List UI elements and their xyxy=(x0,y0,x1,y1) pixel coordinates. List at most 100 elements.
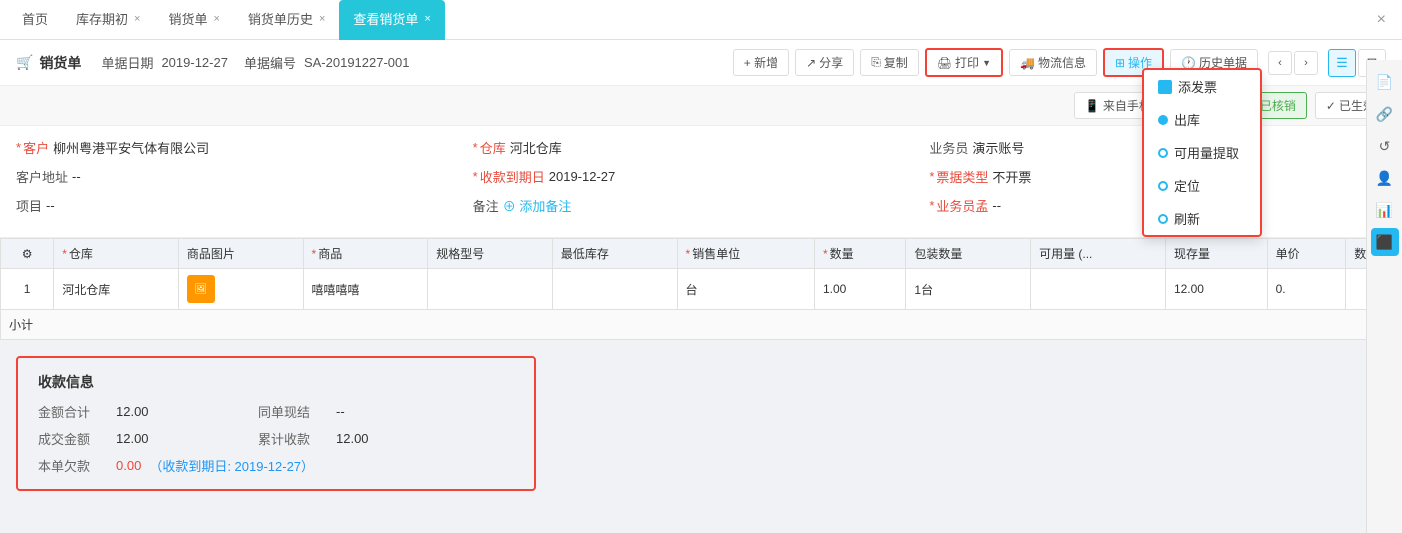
amount-row: 金额合计 12.00 xyxy=(38,402,258,421)
payment-container: 收款信息 金额合计 12.00 同单现结 -- 成交金额 12.00 累计收款 … xyxy=(0,340,1402,507)
row-qty: 1.00 xyxy=(814,269,905,310)
row-img: 🖼 xyxy=(178,269,303,310)
amount-label: 金额合计 xyxy=(38,402,108,421)
payment-title: 收款信息 xyxy=(38,372,514,392)
add-invoice-item[interactable]: 添发票 xyxy=(1144,70,1260,103)
available-qty-icon xyxy=(1158,148,1168,158)
doc-date-label: 单据日期 2019-12-27 xyxy=(101,53,228,72)
print-button[interactable]: 🖨 打印 ▼ xyxy=(925,48,1003,77)
tab-sales-order[interactable]: 销货单 × xyxy=(154,0,233,40)
col-img: 商品图片 xyxy=(178,239,303,269)
ticket-required-star: * xyxy=(929,169,934,184)
due-date-label: 收款到期日 xyxy=(480,167,545,186)
items-table: ⚙ *仓库 商品图片 *商品 规格型号 最低库存 *销售单位 *数量 包装数量 … xyxy=(0,238,1402,340)
address-label: 客户地址 xyxy=(16,167,68,186)
salesperson-required-star: * xyxy=(929,198,934,213)
img-icon: 🖼 xyxy=(195,284,208,295)
close-tab-sales[interactable]: × xyxy=(213,13,219,25)
sidebar-chart-icon[interactable]: 📊 xyxy=(1371,196,1399,224)
owe-note: （收款到期日: 2019-12-27） xyxy=(149,456,314,475)
tab-sales-history[interactable]: 销货单历史 × xyxy=(234,0,339,40)
sidebar-refresh-icon[interactable]: ↺ xyxy=(1371,132,1399,160)
available-qty-item[interactable]: 可用量提取 xyxy=(1144,136,1260,169)
due-date-value: 2019-12-27 xyxy=(549,169,616,184)
ticket-type-label: 票据类型 xyxy=(936,167,988,186)
effective-icon: ✓ xyxy=(1326,99,1336,113)
col-current-stock: 现存量 xyxy=(1165,239,1267,269)
locate-icon xyxy=(1158,181,1168,191)
customer-field: * 客户 柳州粤港平安气体有限公司 xyxy=(16,138,473,157)
row-current-stock: 12.00 xyxy=(1165,269,1267,310)
close-window-button[interactable]: × xyxy=(1369,11,1394,29)
add-remark-button[interactable]: ⊕ 添加备注 xyxy=(503,196,572,215)
new-button[interactable]: + 新增 xyxy=(733,49,789,76)
project-value: -- xyxy=(46,198,55,213)
project-field: 项目 -- xyxy=(16,196,473,215)
owe-label: 本单欠款 xyxy=(38,456,108,475)
ticket-type-value: 不开票 xyxy=(992,167,1031,186)
doc-actions: + 新增 ↗ 分享 ⎘ 复制 🖨 打印 ▼ 🚚 物流信息 ⊞ 操作 🕐 历史单据… xyxy=(733,48,1386,77)
list-view-btn[interactable]: ☰ xyxy=(1328,49,1356,77)
tab-inventory-init[interactable]: 库存期初 × xyxy=(62,0,154,40)
phone-icon: 📱 xyxy=(1085,99,1100,113)
close-tab-history[interactable]: × xyxy=(319,13,325,25)
staff-value: 演示账号 xyxy=(972,138,1024,157)
due-date-required-star: * xyxy=(473,169,478,184)
col-unit: *销售单位 xyxy=(677,239,814,269)
add-icon: ⊕ xyxy=(503,199,516,214)
operations-dropdown: 添发票 出库 可用量提取 定位 刷新 xyxy=(1142,68,1262,237)
refresh-item[interactable]: 刷新 xyxy=(1144,202,1260,235)
deal-amount-value: 12.00 xyxy=(116,431,149,446)
outbound-item[interactable]: 出库 xyxy=(1144,103,1260,136)
doc-meta: 单据日期 2019-12-27 单据编号 SA-20191227-001 xyxy=(101,53,409,72)
row-warehouse: 河北仓库 xyxy=(54,269,179,310)
row-unit: 台 xyxy=(677,269,814,310)
payment-grid: 金额合计 12.00 同单现结 -- 成交金额 12.00 累计收款 12.00… xyxy=(38,402,514,475)
col-gear: ⚙ xyxy=(1,239,54,269)
truck-icon: 🚚 xyxy=(1020,56,1035,70)
sidebar-doc-icon[interactable]: 📄 xyxy=(1371,68,1399,96)
locate-item[interactable]: 定位 xyxy=(1144,169,1260,202)
owe-value: 0.00 xyxy=(116,458,141,473)
cumulative-value: 12.00 xyxy=(336,431,369,446)
close-tab-inventory[interactable]: × xyxy=(134,13,140,25)
cumulative-row: 累计收款 12.00 xyxy=(258,429,478,448)
sidebar-user-icon[interactable]: 👤 xyxy=(1371,164,1399,192)
col-price: 单价 xyxy=(1267,239,1346,269)
share-button[interactable]: ↗ 分享 xyxy=(795,49,854,76)
deal-amount-label: 成交金额 xyxy=(38,429,108,448)
sidebar-link-icon[interactable]: 🔗 xyxy=(1371,100,1399,128)
owe-row: 本单欠款 0.00 （收款到期日: 2019-12-27） xyxy=(38,456,478,475)
due-date-field: * 收款到期日 2019-12-27 xyxy=(473,167,930,186)
col-pack-qty: 包装数量 xyxy=(906,239,1031,269)
add-invoice-icon xyxy=(1158,80,1172,94)
payment-section: 收款信息 金额合计 12.00 同单现结 -- 成交金额 12.00 累计收款 … xyxy=(16,356,536,491)
doc-title: 🛒 销货单 xyxy=(16,53,81,73)
product-image: 🖼 xyxy=(187,275,215,303)
table-header-row: ⚙ *仓库 商品图片 *商品 规格型号 最低库存 *销售单位 *数量 包装数量 … xyxy=(1,239,1402,269)
next-arrow[interactable]: › xyxy=(1294,51,1318,75)
logistics-button[interactable]: 🚚 物流信息 xyxy=(1009,49,1097,76)
close-tab-view[interactable]: × xyxy=(424,13,430,25)
amount-value: 12.00 xyxy=(116,404,149,419)
warehouse-required-star: * xyxy=(473,140,478,155)
tab-view-sales[interactable]: 查看销货单 × xyxy=(339,0,444,40)
warehouse-field: * 仓库 河北仓库 xyxy=(473,138,930,157)
copy-button[interactable]: ⎘ 复制 xyxy=(860,49,919,76)
row-available xyxy=(1031,269,1166,310)
subtotal-label: 小计 xyxy=(1,310,1402,340)
staff-label: 业务员 xyxy=(929,138,968,157)
copy-icon: ⎘ xyxy=(871,55,881,70)
prev-arrow[interactable]: ‹ xyxy=(1268,51,1292,75)
sidebar-expand-icon[interactable]: ⬛ xyxy=(1371,228,1399,256)
subtotal-row: 小计 xyxy=(1,310,1402,340)
same-order-value: -- xyxy=(336,404,345,419)
nav-arrows: ‹ › xyxy=(1268,51,1318,75)
customer-value: 柳州粤港平安气体有限公司 xyxy=(53,138,209,157)
tab-home[interactable]: 首页 xyxy=(8,0,62,40)
table-row: 1 河北仓库 🖼 嘻嘻嘻嘻 台 1.00 1台 12.00 0. xyxy=(1,269,1402,310)
same-order-row: 同单现结 -- xyxy=(258,402,478,421)
row-no: 1 xyxy=(1,269,54,310)
salesperson-label: 业务员孟 xyxy=(936,196,988,215)
row-pack-qty: 1台 xyxy=(906,269,1031,310)
